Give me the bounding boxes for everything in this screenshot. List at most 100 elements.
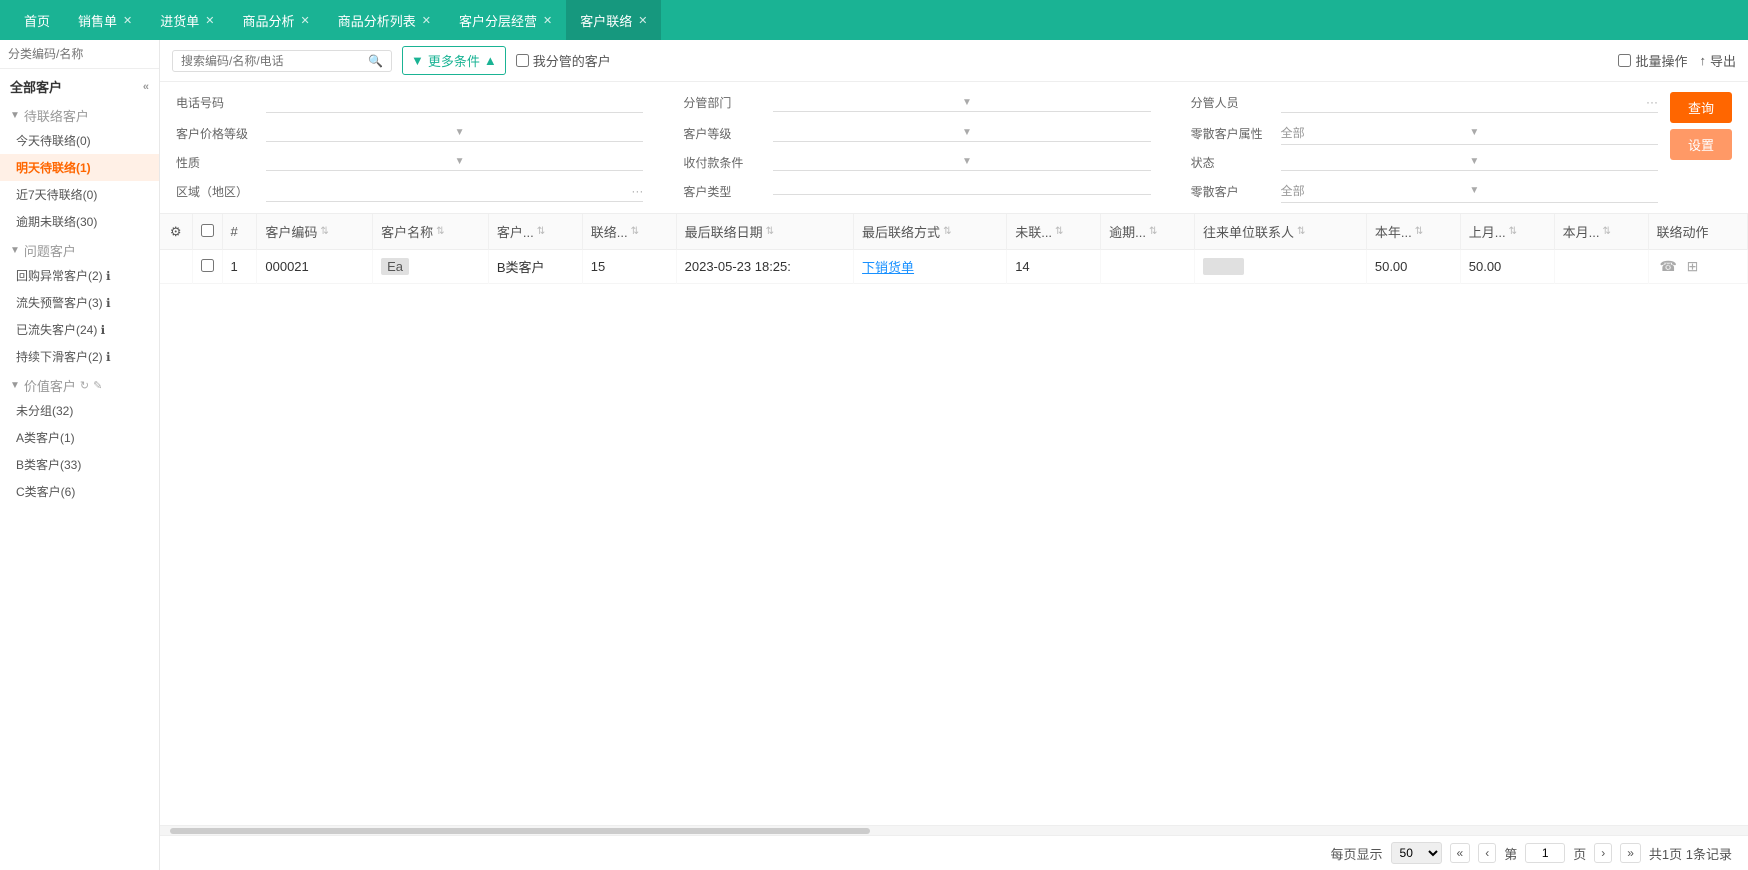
filter-panel: 电话号码 分管部门 ▼ 分管人员 xyxy=(160,82,1748,214)
col-last-contact-method[interactable]: 最后联络方式⇅ xyxy=(854,214,1007,250)
select-all-checkbox[interactable] xyxy=(201,224,214,237)
set-button[interactable]: 设置 xyxy=(1670,129,1732,160)
filter-nature-select[interactable]: ▼ xyxy=(266,153,643,171)
filter-status-select[interactable]: ▼ xyxy=(1281,153,1658,171)
phone-icon[interactable]: ☎ xyxy=(1660,258,1677,274)
filter-payment: 收付款条件 ▼ xyxy=(683,153,1150,171)
sidebar-item-today[interactable]: 今天待联络(0) xyxy=(0,127,159,154)
filter-sparse-attr: 零散客户属性 全部 ▼ xyxy=(1191,121,1658,145)
close-icon[interactable]: ✕ xyxy=(638,14,647,27)
filter-dept-select[interactable]: ▼ xyxy=(773,94,1150,112)
refresh-icon[interactable]: ↻ xyxy=(80,379,89,392)
sidebar-item-class-b[interactable]: B类客户(33) xyxy=(0,451,159,478)
last-page-button[interactable]: » xyxy=(1620,843,1641,863)
page-number-input[interactable] xyxy=(1525,843,1565,863)
sort-icon: ⇅ xyxy=(631,226,639,237)
chevron-down-icon: ▼ xyxy=(455,156,644,167)
batch-op-button[interactable]: 批量操作 xyxy=(1618,51,1687,70)
col-this-month[interactable]: 本月...⇅ xyxy=(1554,214,1648,250)
row-checkbox[interactable] xyxy=(201,259,214,272)
sidebar-item-overdue[interactable]: 逾期未联络(30) xyxy=(0,208,159,235)
sort-icon: ⇅ xyxy=(1602,226,1610,237)
sidebar-item-class-a[interactable]: A类客户(1) xyxy=(0,424,159,451)
close-icon[interactable]: ✕ xyxy=(123,14,132,27)
nav-customer-contact[interactable]: 客户联络 ✕ xyxy=(566,0,661,40)
col-this-year[interactable]: 本年...⇅ xyxy=(1366,214,1460,250)
sidebar-item-repurchase-abnormal[interactable]: 回购异常客户(2) ℹ xyxy=(0,262,159,289)
col-gear[interactable]: ⚙ xyxy=(160,214,192,250)
sort-icon: ⇅ xyxy=(943,226,951,237)
my-customers-check-input[interactable] xyxy=(516,54,529,67)
nav-purchase[interactable]: 进货单 ✕ xyxy=(146,0,228,40)
chevron-down-icon: ▼ xyxy=(962,156,1151,167)
sidebar-item-churned[interactable]: 已流失客户(24) ℹ xyxy=(0,316,159,343)
search-icon[interactable]: 🔍 xyxy=(368,54,383,68)
col-unit-contact[interactable]: 往来单位联系人⇅ xyxy=(1194,214,1366,250)
col-overdue[interactable]: 逾期...⇅ xyxy=(1101,214,1195,250)
filter-sparse-customer: 零散客户 全部 ▼ xyxy=(1191,179,1658,203)
sidebar-item-declining[interactable]: 持续下滑客户(2) ℹ xyxy=(0,343,159,370)
query-button[interactable]: 查询 xyxy=(1670,92,1732,123)
col-last-contact-date[interactable]: 最后联络日期⇅ xyxy=(676,214,853,250)
nav-sales[interactable]: 销售单 ✕ xyxy=(64,0,146,40)
filter-payment-label: 收付款条件 xyxy=(683,154,773,171)
sidebar: 🔍 全部客户 « ▼ 待联络客户 今天待联络(0) 明天待联络(1) 近7天待联… xyxy=(0,40,160,870)
scrollbar-thumb[interactable] xyxy=(170,828,870,834)
filter-sparse-customer-select[interactable]: 全部 ▼ xyxy=(1281,179,1658,203)
col-contact[interactable]: 联络...⇅ xyxy=(582,214,676,250)
batch-checkbox[interactable] xyxy=(1618,54,1631,67)
next-page-button[interactable]: › xyxy=(1594,843,1612,863)
my-customers-checkbox[interactable]: 我分管的客户 xyxy=(516,51,611,70)
filter-payment-select[interactable]: ▼ xyxy=(773,153,1150,171)
sidebar-item-churn-warning[interactable]: 流失预警客户(3) ℹ xyxy=(0,289,159,316)
filter-status: 状态 ▼ xyxy=(1191,153,1658,171)
nav-customer-tier[interactable]: 客户分层经营 ✕ xyxy=(445,0,566,40)
grid-icon[interactable]: ⊞ xyxy=(1687,258,1699,274)
filter-customer-level-select[interactable]: ▼ xyxy=(773,124,1150,142)
col-name[interactable]: 客户名称⇅ xyxy=(373,214,489,250)
sidebar-item-tomorrow[interactable]: 明天待联络(1) xyxy=(0,154,159,181)
row-last-contact-date: 2023-05-23 18:25: xyxy=(676,250,853,284)
filter-sparse-attr-select[interactable]: 全部 ▼ xyxy=(1281,121,1658,145)
sidebar-search-input[interactable] xyxy=(8,47,160,61)
nav-home[interactable]: 首页 xyxy=(10,0,64,40)
filter-person-label: 分管人员 xyxy=(1191,94,1281,111)
chevron-down-icon: ▼ xyxy=(1469,127,1658,138)
per-page-select[interactable]: 50 100 200 xyxy=(1391,842,1442,864)
sidebar-item-7days[interactable]: 近7天待联络(0) xyxy=(0,181,159,208)
close-icon[interactable]: ✕ xyxy=(543,14,552,27)
sort-icon: ⇅ xyxy=(1415,226,1423,237)
chevron-up-icon: ▲ xyxy=(484,53,497,68)
filter-region-dots[interactable]: ··· xyxy=(631,184,643,198)
first-page-button[interactable]: « xyxy=(1450,843,1471,863)
all-customers-header[interactable]: 全部客户 « xyxy=(0,69,159,100)
filter-phone-input[interactable] xyxy=(266,92,643,113)
triangle-icon: ▼ xyxy=(10,380,20,391)
sidebar-item-class-c[interactable]: C类客户(6) xyxy=(0,478,159,505)
close-icon[interactable]: ✕ xyxy=(422,14,431,27)
filter-region: 区域（地区） ··· xyxy=(176,181,643,202)
search-input[interactable] xyxy=(181,54,368,68)
group-value-customers: ▼ 价值客户 ↻ ✎ xyxy=(0,370,159,397)
close-icon[interactable]: ✕ xyxy=(205,14,214,27)
prev-page-button[interactable]: ‹ xyxy=(1478,843,1496,863)
nav-analysis[interactable]: 商品分析 ✕ xyxy=(228,0,323,40)
col-unlocked[interactable]: 未联...⇅ xyxy=(1007,214,1101,250)
filter-customer-type-select[interactable] xyxy=(773,188,1150,195)
filter-person-dots[interactable]: ··· xyxy=(1646,95,1658,109)
filter-phone-label: 电话号码 xyxy=(176,94,266,111)
edit-icon[interactable]: ✎ xyxy=(93,379,102,392)
nav-analysis-list[interactable]: 商品分析列表 ✕ xyxy=(324,0,445,40)
toolbar-right: 批量操作 ↑ 导出 xyxy=(1618,51,1736,70)
col-type[interactable]: 客户...⇅ xyxy=(488,214,582,250)
export-button[interactable]: ↑ 导出 xyxy=(1699,51,1736,70)
filter-price-level-select[interactable]: ▼ xyxy=(266,124,643,142)
collapse-icon: « xyxy=(143,81,149,93)
more-filter-button[interactable]: ▼ 更多条件 ▲ xyxy=(402,46,506,75)
close-icon[interactable]: ✕ xyxy=(301,14,310,27)
col-last-month[interactable]: 上月...⇅ xyxy=(1460,214,1554,250)
contact-method-link[interactable]: 下销货单 xyxy=(862,260,914,275)
col-code[interactable]: 客户编码⇅ xyxy=(257,214,373,250)
horizontal-scrollbar[interactable] xyxy=(160,825,1748,835)
sidebar-item-unclassified[interactable]: 未分组(32) xyxy=(0,397,159,424)
